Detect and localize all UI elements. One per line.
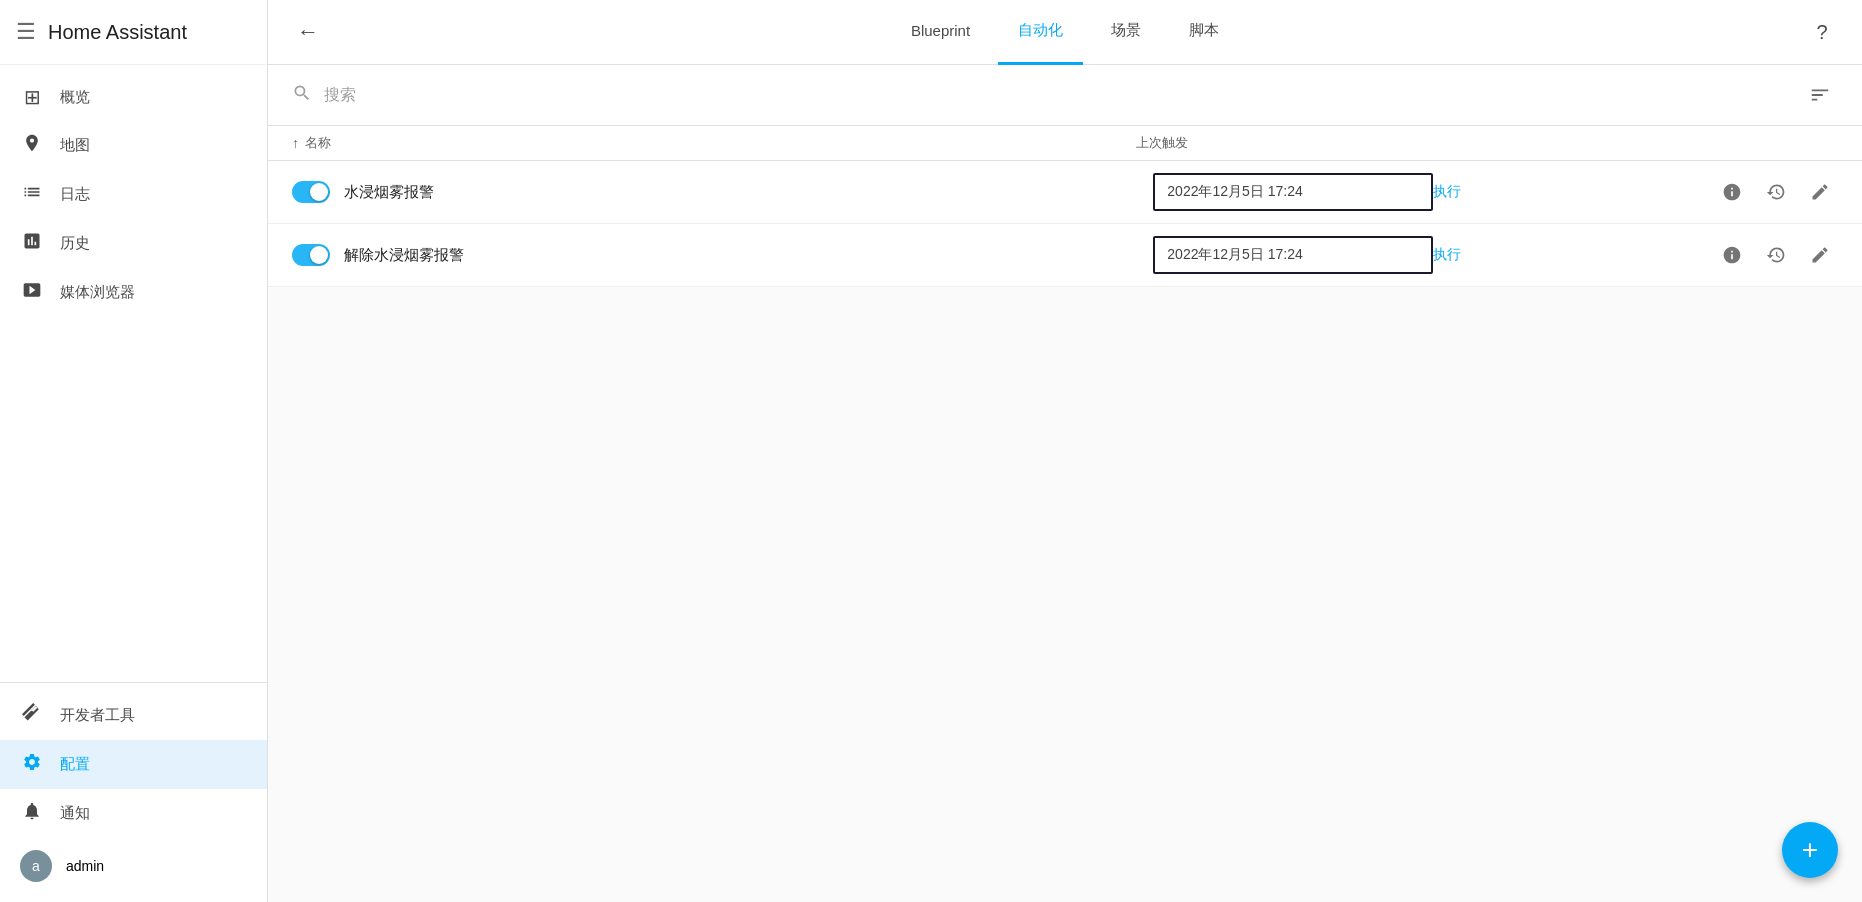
tab-blueprint[interactable]: Blueprint <box>891 0 990 65</box>
search-icon <box>292 83 312 108</box>
map-icon <box>20 133 44 158</box>
row2-edit-button[interactable] <box>1802 237 1838 273</box>
col-trigger-header: 上次触发 <box>1136 134 1416 152</box>
tab-script[interactable]: 脚本 <box>1169 0 1239 65</box>
tabs: Blueprint 自动化 场景 脚本 <box>332 0 1798 65</box>
row1-action-icons <box>1714 174 1838 210</box>
sidebar-item-history[interactable]: 历史 <box>0 219 267 268</box>
toggle-row2[interactable] <box>292 244 330 266</box>
sidebar-item-developer[interactable]: 开发者工具 <box>0 691 267 740</box>
media-icon <box>20 280 44 305</box>
sidebar-user[interactable]: a admin <box>0 838 267 894</box>
topbar: ← Blueprint 自动化 场景 脚本 ? <box>268 0 1862 65</box>
tab-automation[interactable]: 自动化 <box>998 0 1083 65</box>
help-button[interactable]: ? <box>1798 8 1846 56</box>
menu-icon[interactable]: ☰ <box>16 19 36 45</box>
row2-history-button[interactable] <box>1758 237 1794 273</box>
sidebar-item-label: 开发者工具 <box>60 706 135 725</box>
sidebar-item-media[interactable]: 媒体浏览器 <box>0 268 267 317</box>
username: admin <box>66 858 104 874</box>
sidebar-item-overview[interactable]: ⊞ 概览 <box>0 73 267 121</box>
table: ↑ 名称 上次触发 水浸烟雾报警 2022年12月5日 17:24 执行 <box>268 126 1862 287</box>
tab-scene[interactable]: 场景 <box>1091 0 1161 65</box>
col-name-header: ↑ 名称 <box>292 134 1136 152</box>
row1-name: 水浸烟雾报警 <box>344 183 1153 202</box>
sidebar-item-map[interactable]: 地图 <box>0 121 267 170</box>
table-header: ↑ 名称 上次触发 <box>268 126 1862 161</box>
sidebar-item-config[interactable]: 配置 <box>0 740 267 789</box>
history-icon <box>20 231 44 256</box>
table-row: 解除水浸烟雾报警 2022年12月5日 17:24 执行 <box>268 224 1862 287</box>
sidebar-header: ☰ Home Assistant <box>0 0 267 65</box>
notifications-icon <box>20 801 44 826</box>
sidebar-item-label: 地图 <box>60 136 90 155</box>
developer-icon <box>20 703 44 728</box>
back-button[interactable]: ← <box>284 8 332 56</box>
sidebar-item-label: 概览 <box>60 88 90 107</box>
sidebar-item-label: 媒体浏览器 <box>60 283 135 302</box>
filter-button[interactable] <box>1802 77 1838 113</box>
search-bar <box>268 65 1862 126</box>
sidebar-item-label: 配置 <box>60 755 90 774</box>
row2-actions: 执行 <box>1433 237 1838 273</box>
config-icon <box>20 752 44 777</box>
overview-icon: ⊞ <box>20 85 44 109</box>
row1-info-button[interactable] <box>1714 174 1750 210</box>
row2-action-icons <box>1714 237 1838 273</box>
avatar: a <box>20 850 52 882</box>
col-name-label: 名称 <box>305 134 331 152</box>
sidebar-item-label: 通知 <box>60 804 90 823</box>
sort-icon: ↑ <box>292 135 299 151</box>
row2-execute-button[interactable]: 执行 <box>1433 246 1461 264</box>
content-area: ↑ 名称 上次触发 水浸烟雾报警 2022年12月5日 17:24 执行 <box>268 65 1862 902</box>
toggle-row1[interactable] <box>292 181 330 203</box>
sidebar-item-label: 日志 <box>60 185 90 204</box>
row2-name: 解除水浸烟雾报警 <box>344 246 1153 265</box>
fab-add-button[interactable]: + <box>1782 822 1838 878</box>
logs-icon <box>20 182 44 207</box>
app-title: Home Assistant <box>48 21 187 44</box>
row1-execute-button[interactable]: 执行 <box>1433 183 1461 201</box>
sidebar-item-logs[interactable]: 日志 <box>0 170 267 219</box>
row2-trigger: 2022年12月5日 17:24 <box>1153 236 1433 274</box>
row2-trigger-value: 2022年12月5日 17:24 <box>1153 236 1433 274</box>
row2-info-button[interactable] <box>1714 237 1750 273</box>
table-row: 水浸烟雾报警 2022年12月5日 17:24 执行 <box>268 161 1862 224</box>
row1-history-button[interactable] <box>1758 174 1794 210</box>
sidebar-nav: ⊞ 概览 地图 日志 历史 媒体浏览器 <box>0 65 267 682</box>
main-content: ← Blueprint 自动化 场景 脚本 ? ↑ 名称 <box>268 0 1862 902</box>
row1-trigger: 2022年12月5日 17:24 <box>1153 173 1433 211</box>
sidebar-bottom: 开发者工具 配置 通知 a admin <box>0 682 267 902</box>
row1-actions: 执行 <box>1433 174 1838 210</box>
sidebar-item-notifications[interactable]: 通知 <box>0 789 267 838</box>
sidebar-item-label: 历史 <box>60 234 90 253</box>
row1-edit-button[interactable] <box>1802 174 1838 210</box>
row1-trigger-value: 2022年12月5日 17:24 <box>1153 173 1433 211</box>
sidebar: ☰ Home Assistant ⊞ 概览 地图 日志 历史 <box>0 0 268 902</box>
search-input[interactable] <box>324 86 1790 104</box>
